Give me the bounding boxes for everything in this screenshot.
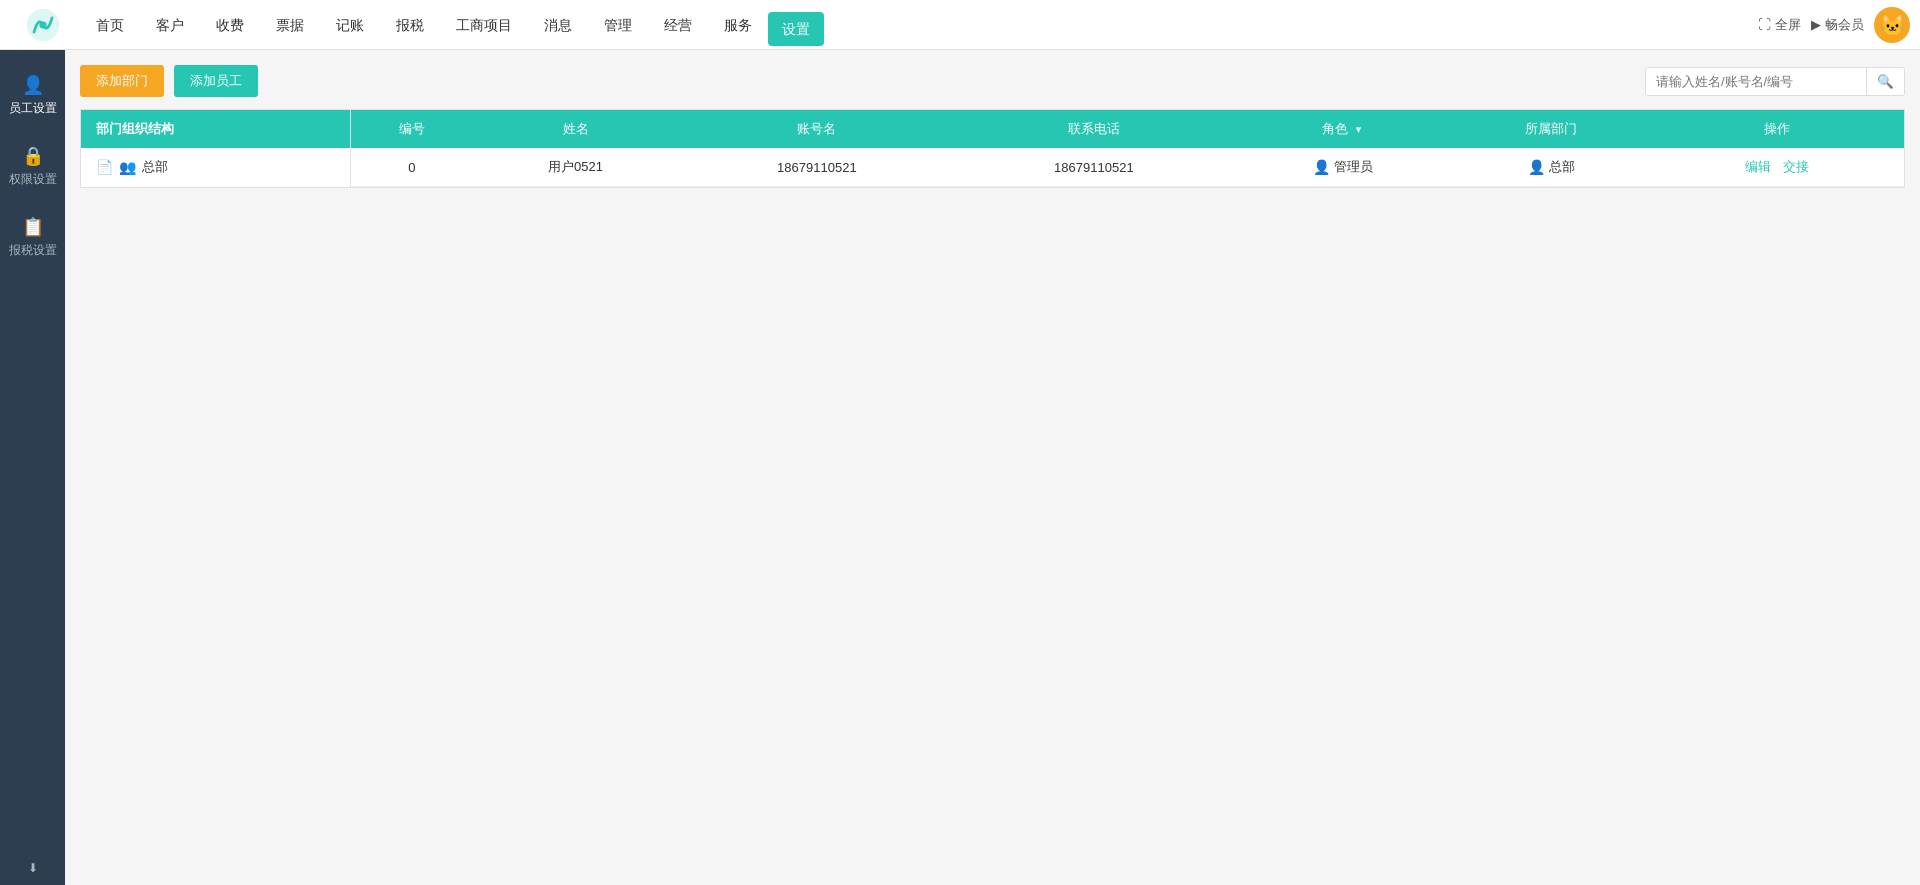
col-dept: 所属部门 [1453, 110, 1650, 148]
add-dept-button[interactable]: 添加部门 [80, 65, 164, 97]
nav-fee[interactable]: 收费 [200, 0, 260, 50]
dept-name: 总部 [142, 158, 168, 176]
file-icon: 📄 [96, 159, 113, 175]
cell-id: 0 [351, 148, 473, 187]
cell-phone: 18679110521 [955, 148, 1232, 187]
sidebar-employee-label: 员工设置 [9, 100, 57, 117]
col-id: 编号 [351, 110, 473, 148]
dept-tree-item[interactable]: 📄 👥 总部 [81, 148, 350, 186]
data-table: 编号 姓名 账号名 联系电话 角色 ▼ 所属部门 操作 0 [351, 110, 1904, 187]
nav-bills[interactable]: 票据 [260, 0, 320, 50]
cell-name: 用户0521 [473, 148, 679, 187]
col-account: 账号名 [678, 110, 955, 148]
member-icon: ▶ [1811, 17, 1821, 32]
dept-person-icon: 👤 [1528, 159, 1545, 175]
download-icon: ⬇ [28, 861, 38, 875]
toolbar: 添加部门 添加员工 🔍 [80, 65, 1905, 97]
fullscreen-button[interactable]: ⛶ 全屏 [1758, 16, 1801, 34]
sidebar-permission-label: 权限设置 [9, 171, 57, 188]
top-navigation: 首页 客户 收费 票据 记账 报税 工商项目 消息 管理 经营 服务 设置 ⛶ … [0, 0, 1920, 50]
col-action: 操作 [1650, 110, 1904, 148]
role-person-icon: 👤 [1313, 159, 1330, 175]
employee-table: 编号 姓名 账号名 联系电话 角色 ▼ 所属部门 操作 0 [351, 110, 1904, 187]
person-icon: 👥 [119, 159, 136, 175]
sort-icon: ▼ [1353, 124, 1363, 135]
member-label: 畅会员 [1825, 16, 1864, 34]
search-input[interactable] [1646, 68, 1866, 95]
search-area: 🔍 [1645, 67, 1905, 96]
employee-icon: 👤 [22, 74, 44, 96]
dept-value: 总部 [1549, 158, 1575, 176]
user-avatar[interactable]: 🐱 [1874, 7, 1910, 43]
role-value: 管理员 [1334, 158, 1373, 176]
nav-accounting[interactable]: 记账 [320, 0, 380, 50]
tax-settings-icon: 📋 [22, 216, 44, 238]
handover-link[interactable]: 交接 [1783, 159, 1809, 174]
dept-tree-header: 部门组织结构 [81, 110, 350, 148]
cell-dept: 👤 总部 [1453, 148, 1650, 187]
search-button[interactable]: 🔍 [1866, 68, 1904, 95]
table-row: 0 用户0521 18679110521 18679110521 👤 管理员 [351, 148, 1904, 187]
nav-business[interactable]: 工商项目 [440, 0, 528, 50]
nav-settings[interactable]: 设置 [768, 12, 824, 46]
search-icon: 🔍 [1877, 74, 1894, 89]
nav-items: 首页 客户 收费 票据 记账 报税 工商项目 消息 管理 经营 服务 设置 [80, 0, 1758, 50]
nav-home[interactable]: 首页 [80, 0, 140, 50]
table-header-row: 编号 姓名 账号名 联系电话 角色 ▼ 所属部门 操作 [351, 110, 1904, 148]
main-content: 添加部门 添加员工 🔍 部门组织结构 📄 👥 总部 编号 [65, 50, 1920, 885]
nav-service[interactable]: 服务 [708, 0, 768, 50]
sidebar-item-permission[interactable]: 🔒 权限设置 [0, 131, 65, 202]
sidebar-item-employee[interactable]: 👤 员工设置 [0, 60, 65, 131]
content-area: 部门组织结构 📄 👥 总部 编号 姓名 账号名 联系电话 角色 [80, 109, 1905, 188]
fullscreen-icon: ⛶ [1758, 17, 1771, 32]
col-role[interactable]: 角色 ▼ [1232, 110, 1452, 148]
nav-client[interactable]: 客户 [140, 0, 200, 50]
fullscreen-label: 全屏 [1775, 16, 1801, 34]
logo [10, 7, 75, 43]
col-phone: 联系电话 [955, 110, 1232, 148]
nav-manage[interactable]: 管理 [588, 0, 648, 50]
sidebar-bottom-button[interactable]: ⬇ [0, 847, 65, 885]
permission-icon: 🔒 [22, 145, 44, 167]
nav-message[interactable]: 消息 [528, 0, 588, 50]
add-employee-button[interactable]: 添加员工 [174, 65, 258, 97]
cell-actions: 编辑 交接 [1650, 148, 1904, 187]
sidebar-tax-label: 报税设置 [9, 242, 57, 259]
sidebar-item-tax-settings[interactable]: 📋 报税设置 [0, 202, 65, 273]
svg-point-1 [39, 21, 46, 28]
col-name: 姓名 [473, 110, 679, 148]
nav-tax[interactable]: 报税 [380, 0, 440, 50]
edit-link[interactable]: 编辑 [1745, 159, 1771, 174]
cell-role: 👤 管理员 [1232, 148, 1452, 187]
left-sidebar: 👤 员工设置 🔒 权限设置 📋 报税设置 ⬇ [0, 50, 65, 885]
cell-account: 18679110521 [678, 148, 955, 187]
nav-right: ⛶ 全屏 ▶ 畅会员 🐱 [1758, 7, 1910, 43]
dept-tree: 部门组织结构 📄 👥 总部 [81, 110, 351, 187]
nav-operation[interactable]: 经营 [648, 0, 708, 50]
member-button[interactable]: ▶ 畅会员 [1811, 16, 1864, 34]
